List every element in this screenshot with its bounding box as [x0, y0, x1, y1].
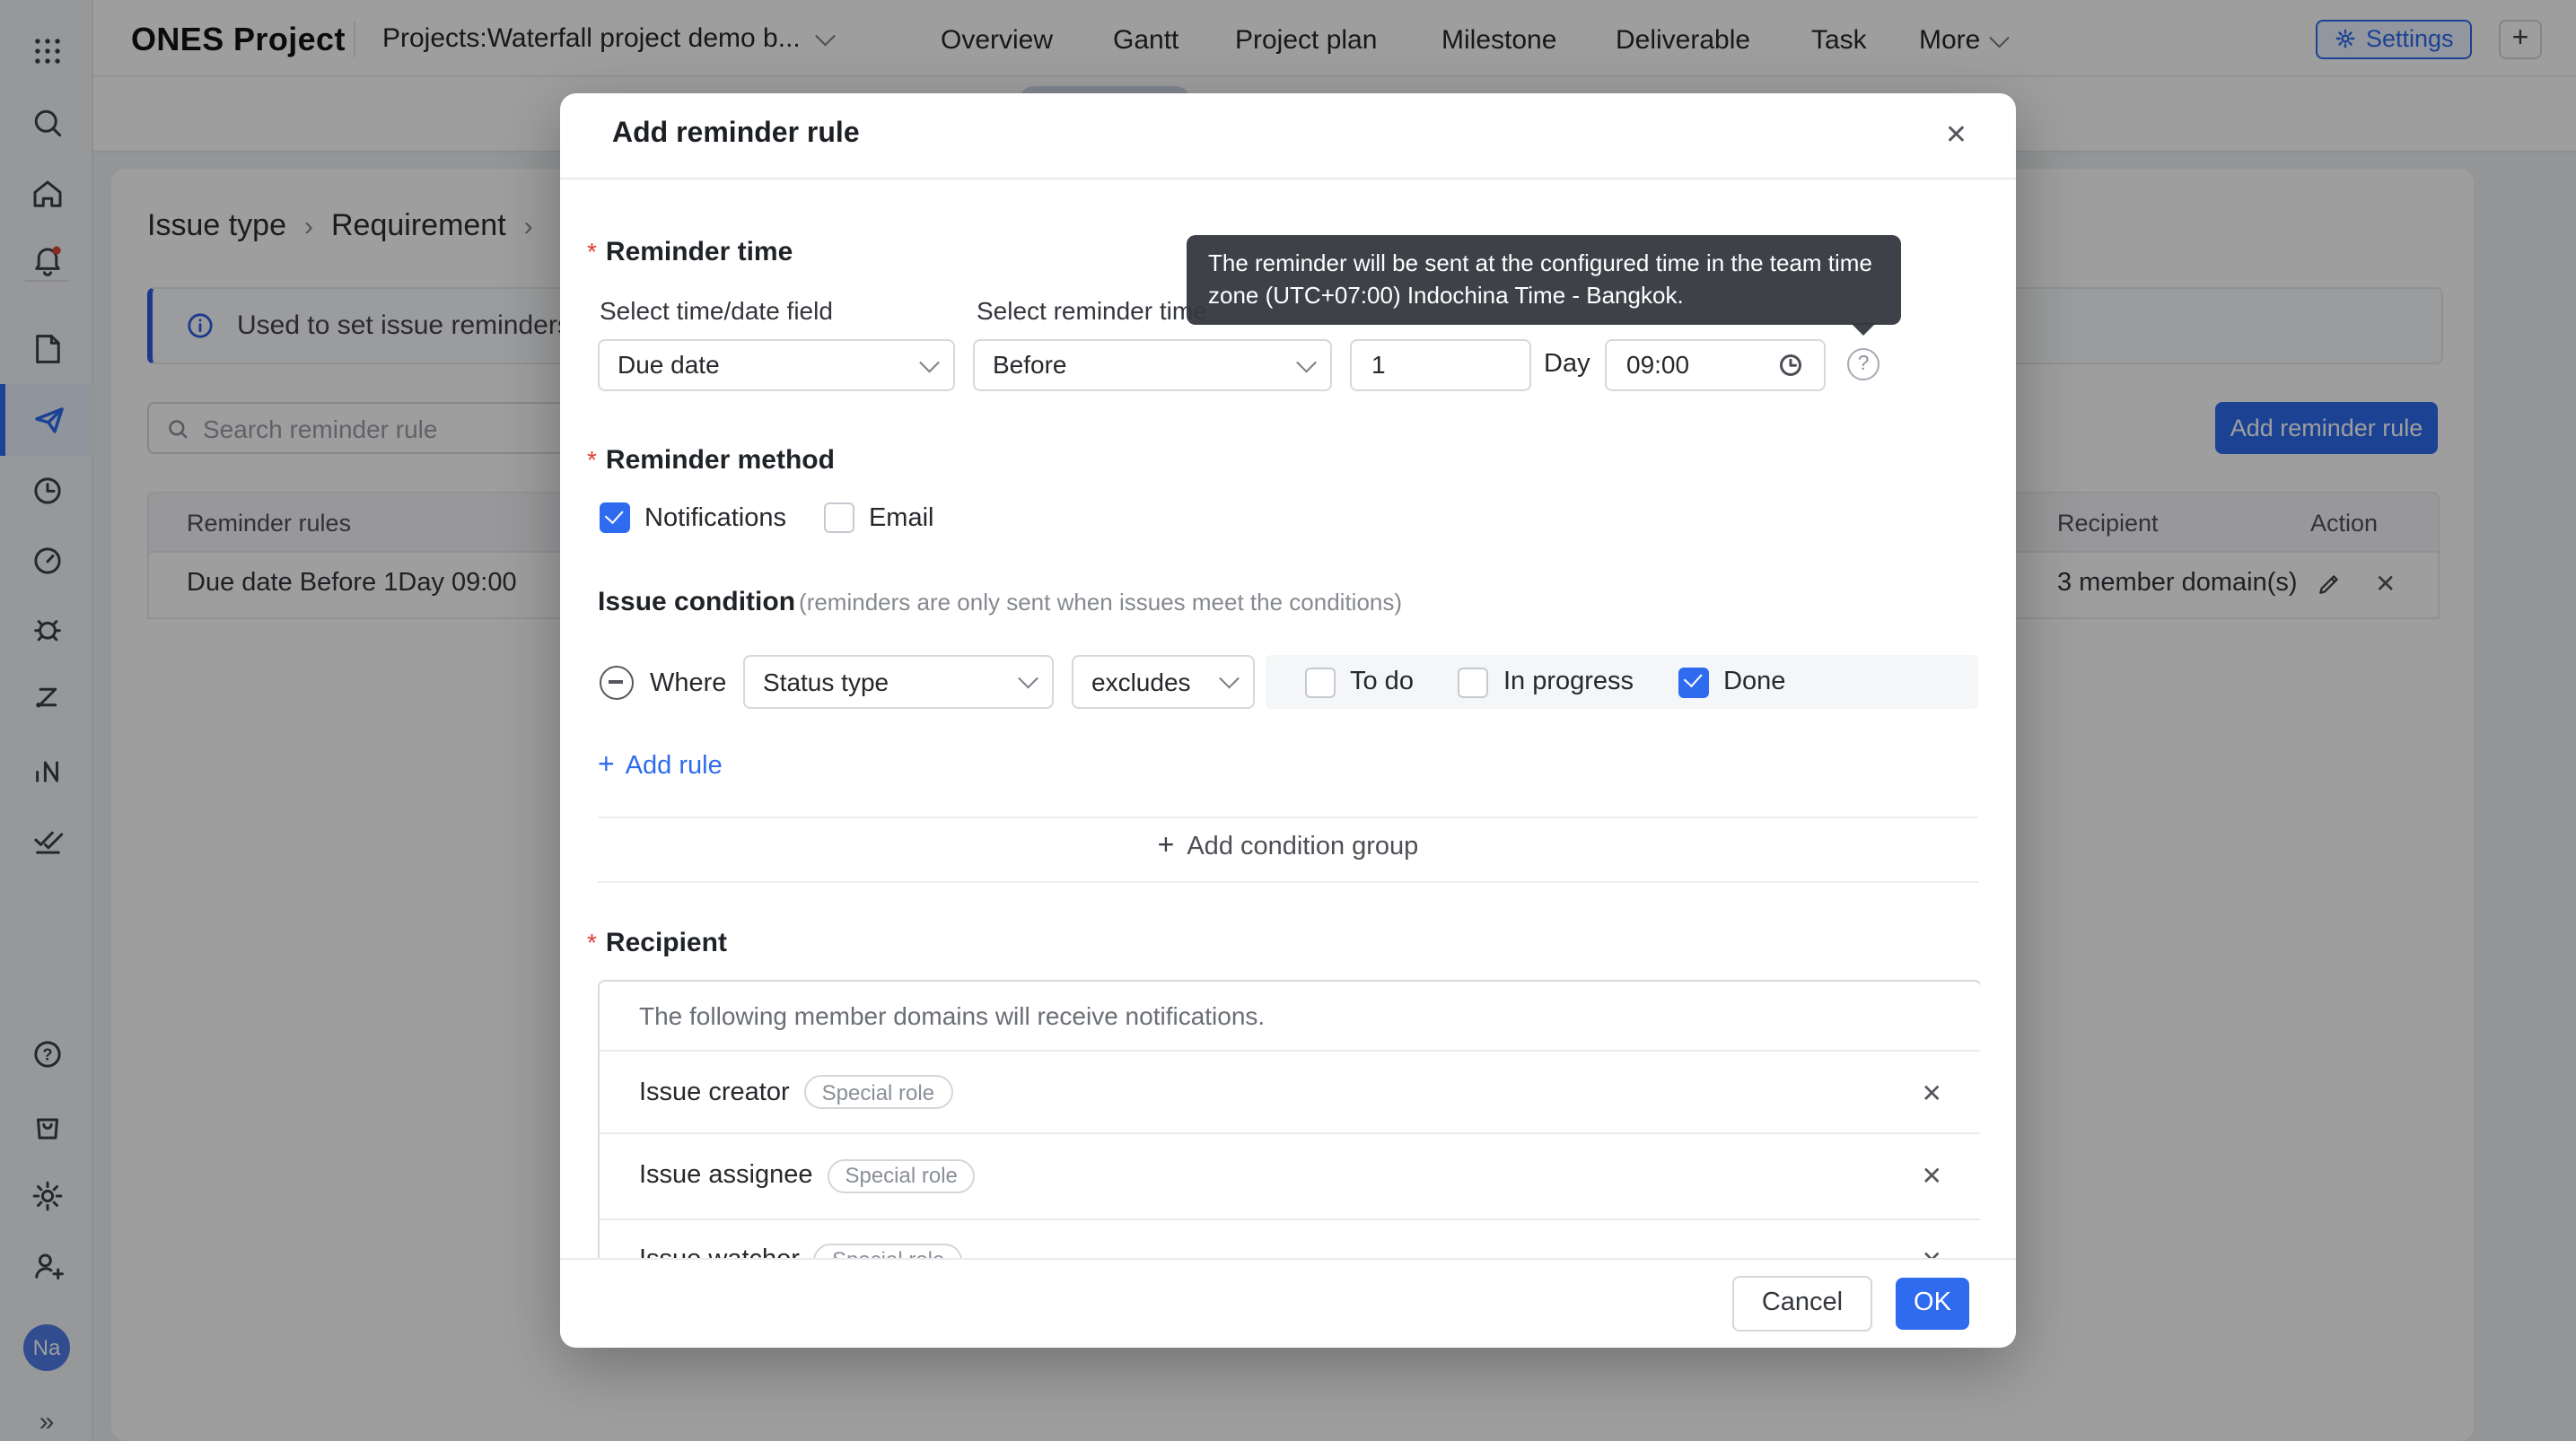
done-label: Done [1723, 668, 1786, 696]
chevron-down-icon [1017, 668, 1038, 688]
recipient-row-creator: Issue creator Special role ✕ [600, 1050, 1980, 1132]
cancel-button[interactable]: Cancel [1732, 1275, 1872, 1332]
amount-input[interactable]: 1 [1350, 338, 1531, 391]
method-options: Notifications Email [600, 502, 934, 533]
add-condition-group-button[interactable]: + Add condition group [560, 823, 2016, 869]
todo-label: To do [1350, 668, 1414, 696]
issue-condition-heading: Issue condition (reminders are only sent… [598, 586, 1403, 616]
recipient-note-row: The following member domains will receiv… [600, 982, 1980, 1050]
email-label: Email [868, 503, 934, 532]
modal-title: Add reminder rule [612, 118, 860, 149]
in-progress-checkbox[interactable] [1458, 667, 1489, 697]
recipient-row-assignee: Issue assignee Special role ✕ [600, 1132, 1980, 1218]
issue-condition-note: (reminders are only sent when issues mee… [799, 588, 1403, 615]
add-rule-button[interactable]: + Add rule [598, 749, 723, 780]
notifications-label: Notifications [644, 503, 786, 532]
divider [598, 881, 1978, 883]
divider [598, 817, 1978, 818]
tooltip-line-2: zone (UTC+07:00) Indochina Time - Bangko… [1208, 282, 1684, 309]
ok-button[interactable]: OK [1896, 1277, 1969, 1330]
reminder-method-section-label: * Reminder method [587, 444, 835, 475]
remove-recipient-icon[interactable]: ✕ [1922, 1247, 1942, 1257]
in-progress-label: In progress [1503, 668, 1634, 696]
modal-footer: Cancel OK [560, 1257, 2016, 1348]
chevron-down-icon [1218, 668, 1239, 688]
timezone-tooltip: The reminder will be sent at the configu… [1187, 235, 1901, 336]
condition-field-select[interactable]: Status type [743, 655, 1054, 708]
date-field-select[interactable]: Due date [598, 338, 955, 391]
status-options-panel: To do In progress Done [1266, 655, 1978, 709]
remove-recipient-icon[interactable]: ✕ [1922, 1079, 1942, 1105]
condition-operator-select[interactable]: excludes [1072, 655, 1255, 708]
timezone-help-icon[interactable]: ? [1847, 348, 1879, 380]
recipient-list: The following member domains will receiv… [598, 980, 1980, 1257]
remove-condition-icon[interactable] [600, 665, 634, 699]
field-label: Select time/date field [600, 295, 833, 324]
special-role-tag: Special role [813, 1243, 963, 1257]
plus-icon: + [598, 749, 615, 780]
email-checkbox[interactable] [823, 502, 854, 533]
time-input[interactable]: 09:00 [1605, 338, 1826, 391]
special-role-tag: Special role [803, 1075, 953, 1109]
recipient-section-label: * Recipient [587, 927, 727, 957]
tooltip-line-1: The reminder will be sent at the configu… [1208, 249, 1872, 276]
modal-header: Add reminder rule ✕ [560, 92, 2016, 179]
chevron-down-icon [918, 351, 939, 371]
reminder-time-label: Select reminder time [977, 295, 1207, 324]
where-label: Where [650, 668, 727, 697]
unit-label: Day [1544, 349, 1590, 378]
recipient-note: The following member domains will receiv… [639, 1001, 1266, 1030]
clock-icon [1780, 354, 1801, 376]
remove-recipient-icon[interactable]: ✕ [1922, 1164, 1942, 1189]
direction-select[interactable]: Before [973, 338, 1332, 391]
done-checkbox[interactable] [1678, 667, 1710, 697]
screenshot-root: ONES Project Projects:Waterfall project … [0, 0, 2576, 1441]
reminder-time-section-label: * Reminder time [587, 236, 793, 266]
special-role-tag: Special role [827, 1158, 976, 1193]
tooltip-arrow [1851, 323, 1876, 336]
chevron-down-icon [1295, 351, 1316, 371]
todo-checkbox[interactable] [1305, 667, 1336, 697]
recipient-row-watcher: Issue watcher Special role ✕ [600, 1218, 1980, 1257]
recipient-list-clip: The following member domains will receiv… [598, 980, 1980, 1257]
notifications-checkbox[interactable] [600, 502, 630, 533]
plus-icon: + [1157, 830, 1175, 860]
close-icon[interactable]: ✕ [1945, 121, 1967, 148]
